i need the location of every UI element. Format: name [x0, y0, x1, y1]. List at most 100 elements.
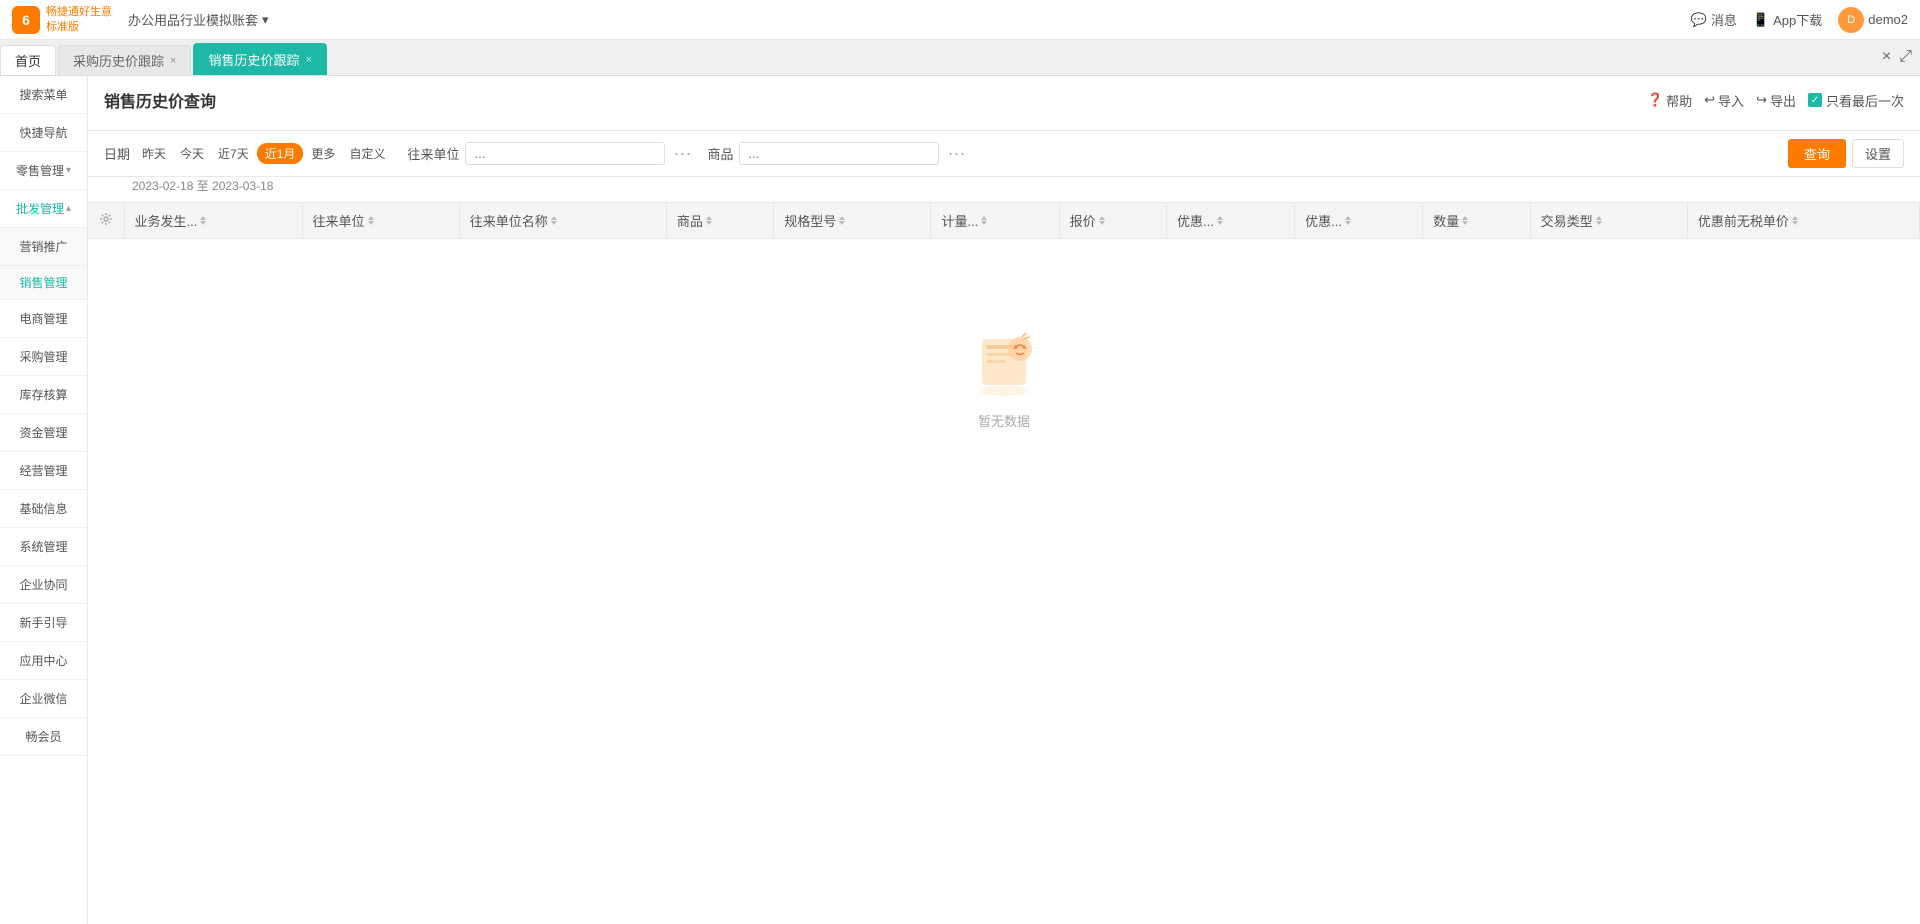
date-filter-group: 日期 昨天 今天 近7天 近1月 更多 自定义: [104, 143, 391, 164]
tab-sale[interactable]: 销售历史价跟踪 ×: [193, 43, 326, 75]
unit-filter-dots[interactable]: ···: [673, 143, 691, 164]
col-unit-code[interactable]: 往来单位: [302, 203, 459, 239]
sidebar-item-wechat[interactable]: 企业微信: [0, 680, 87, 718]
setting-button[interactable]: 设置: [1852, 139, 1904, 168]
import-button[interactable]: ↩ 导入: [1704, 91, 1744, 110]
gear-icon[interactable]: [99, 212, 113, 226]
export-icon: ↪: [1756, 92, 1767, 108]
sidebar-item-ecommerce[interactable]: 电商管理: [0, 300, 87, 338]
sidebar-item-operations[interactable]: 经营管理: [0, 452, 87, 490]
topbar: 6 畅捷通好生意 标准版 办公用品行业模拟账套 ▾ 💬 消息 📱 App下载 D…: [0, 0, 1920, 40]
goods-filter-input[interactable]: [739, 142, 939, 165]
col-qty[interactable]: 数量: [1423, 203, 1530, 239]
chevron-down-icon: ▾: [66, 165, 71, 176]
unit-filter-group: 往来单位 ···: [407, 142, 691, 165]
logo-icon: 6: [12, 6, 40, 34]
username-label: demo2: [1868, 12, 1908, 27]
sidebar-item-retail[interactable]: 零售管理 ▾: [0, 152, 87, 190]
col-unit-name[interactable]: 往来单位名称: [459, 203, 666, 239]
unit-filter-input[interactable]: [465, 142, 665, 165]
sidebar-item-salesmanage[interactable]: 销售管理: [0, 266, 87, 300]
col-sortable-discount1[interactable]: 优惠...: [1177, 211, 1284, 230]
sidebar-item-purchase[interactable]: 采购管理: [0, 338, 87, 376]
close-all-button[interactable]: ×: [1882, 39, 1891, 75]
message-icon: 💬: [1691, 12, 1707, 28]
date-btn-1month[interactable]: 近1月: [257, 143, 304, 164]
content-area: 销售历史价查询 ❓ 帮助 ↩ 导入 ↪ 导出 ✓: [88, 76, 1920, 924]
empty-state: 暂无数据: [88, 239, 1920, 510]
sidebar-item-appcenter[interactable]: 应用中心: [0, 642, 87, 680]
sort-icon-trade-type: [1596, 216, 1602, 225]
col-goods[interactable]: 商品: [666, 203, 773, 239]
col-sortable-qty[interactable]: 数量: [1433, 211, 1519, 230]
download-icon: 📱: [1753, 12, 1769, 28]
sort-icon-business-date: [200, 216, 206, 225]
sort-icon-spec: [839, 216, 845, 225]
col-price[interactable]: 报价: [1059, 203, 1166, 239]
sort-icon-unit-measure: [981, 216, 987, 225]
filter-right: 查询 设置: [1788, 139, 1904, 168]
sidebar-retail-label: 零售管理: [16, 162, 64, 179]
sort-icon-qty: [1462, 216, 1468, 225]
sidebar-system-label: 系统管理: [19, 540, 67, 554]
app-selector[interactable]: 办公用品行业模拟账套 ▾: [120, 10, 277, 29]
sidebar-item-quicknav[interactable]: 快捷导航: [0, 114, 87, 152]
tab-home-label: 首页: [15, 51, 41, 70]
sidebar-item-inventory[interactable]: 库存核算: [0, 376, 87, 414]
tab-purchase[interactable]: 采购历史价跟踪 ×: [58, 45, 191, 75]
col-sortable-trade-type[interactable]: 交易类型: [1541, 211, 1677, 230]
sidebar-item-wholesale[interactable]: 批发管理 ▴: [0, 190, 87, 228]
sidebar-item-collab[interactable]: 企业协同: [0, 566, 87, 604]
date-btn-custom[interactable]: 自定义: [343, 143, 391, 164]
page-header: 销售历史价查询 ❓ 帮助 ↩ 导入 ↪ 导出 ✓: [88, 76, 1920, 131]
date-btn-7days[interactable]: 近7天: [212, 143, 255, 164]
col-discount2[interactable]: 优惠...: [1295, 203, 1423, 239]
help-button[interactable]: ❓ 帮助: [1647, 91, 1692, 110]
tab-home[interactable]: 首页: [0, 45, 56, 75]
col-sortable-spec[interactable]: 规格型号: [784, 211, 920, 230]
col-sortable-goods[interactable]: 商品: [677, 211, 763, 230]
goods-filter-dots[interactable]: ···: [947, 143, 965, 164]
col-no-tax-price[interactable]: 优惠前无税单价: [1687, 203, 1919, 239]
col-trade-type[interactable]: 交易类型: [1530, 203, 1687, 239]
sort-icon-no-tax-price: [1792, 216, 1798, 225]
sidebar-basicinfo-label: 基础信息: [19, 502, 67, 516]
col-unit-measure[interactable]: 计量...: [931, 203, 1059, 239]
tab-sale-close[interactable]: ×: [305, 54, 311, 66]
download-button[interactable]: 📱 App下载: [1753, 10, 1822, 29]
user-menu[interactable]: D demo2: [1838, 7, 1908, 33]
sidebar-item-system[interactable]: 系统管理: [0, 528, 87, 566]
col-sortable-unit-measure[interactable]: 计量...: [941, 211, 1048, 230]
last-only-toggle[interactable]: ✓ 只看最后一次: [1808, 91, 1904, 110]
sidebar-item-marketing[interactable]: 营销推广: [0, 228, 87, 266]
sidebar-item-basicinfo[interactable]: 基础信息: [0, 490, 87, 528]
checkbox-icon: ✓: [1808, 93, 1822, 107]
col-sortable-business-date[interactable]: 业务发生...: [135, 211, 292, 230]
export-button[interactable]: ↪ 导出: [1756, 91, 1796, 110]
query-button[interactable]: 查询: [1788, 139, 1846, 168]
tab-purchase-label: 采购历史价跟踪: [73, 51, 164, 70]
col-sortable-no-tax-price[interactable]: 优惠前无税单价: [1698, 211, 1909, 230]
maximize-button[interactable]: ⤢: [1899, 39, 1912, 75]
message-button[interactable]: 💬 消息: [1691, 10, 1737, 29]
col-sortable-price[interactable]: 报价: [1070, 211, 1156, 230]
date-btn-yesterday[interactable]: 昨天: [136, 143, 172, 164]
col-sortable-unit-name[interactable]: 往来单位名称: [470, 211, 656, 230]
sidebar-item-member[interactable]: 畅会员: [0, 718, 87, 756]
sidebar-item-newbie[interactable]: 新手引导: [0, 604, 87, 642]
logo-text: 畅捷通好生意 标准版: [46, 5, 112, 34]
sidebar-ecommerce-label: 电商管理: [19, 312, 67, 326]
sidebar-item-search[interactable]: 搜索菜单: [0, 76, 87, 114]
col-sortable-discount2[interactable]: 优惠...: [1305, 211, 1412, 230]
import-label: 导入: [1718, 91, 1744, 110]
col-discount1[interactable]: 优惠...: [1166, 203, 1294, 239]
col-business-date[interactable]: 业务发生...: [124, 203, 302, 239]
date-btn-today[interactable]: 今天: [174, 143, 210, 164]
col-sortable-unit-code[interactable]: 往来单位: [313, 211, 449, 230]
export-label: 导出: [1770, 91, 1796, 110]
sidebar-item-finance[interactable]: 资金管理: [0, 414, 87, 452]
tab-purchase-close[interactable]: ×: [170, 55, 176, 67]
logo-area: 6 畅捷通好生意 标准版: [12, 5, 112, 34]
col-spec[interactable]: 规格型号: [774, 203, 931, 239]
date-btn-more[interactable]: 更多: [305, 143, 341, 164]
